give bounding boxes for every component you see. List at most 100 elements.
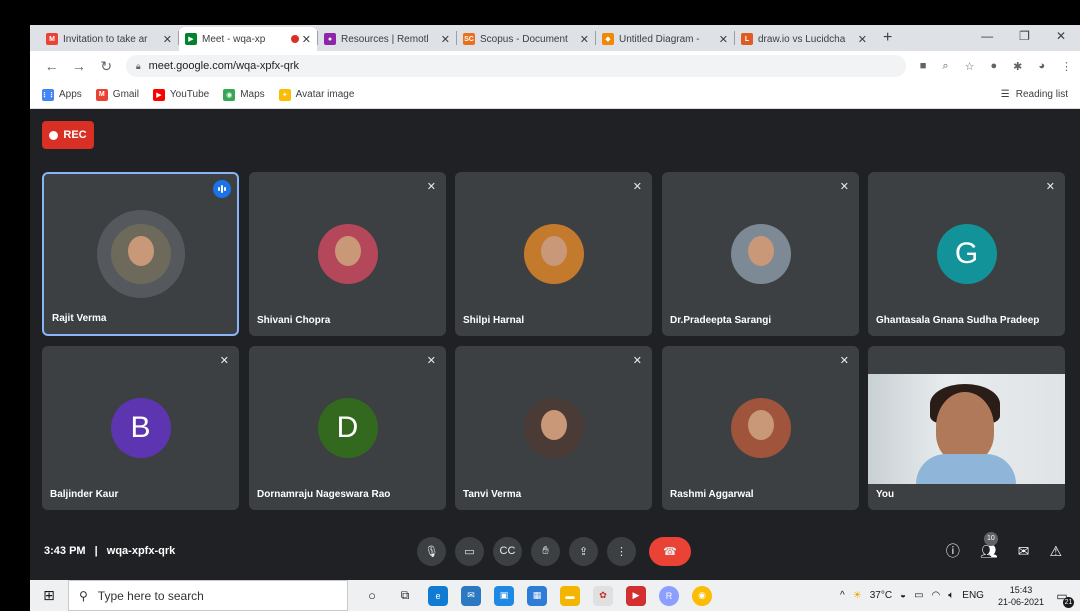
avatar-photo <box>523 224 584 284</box>
tab-title: Invitation to take ar <box>63 33 148 45</box>
taskbar-search[interactable]: ⚲ Type here to search <box>68 580 348 611</box>
tab-title: Resources | Remotl <box>341 33 429 45</box>
browser-tab[interactable]: Ldraw.io vs Lucidcha ✕ <box>735 27 873 51</box>
participant-tile[interactable]: Rajit Verma <box>42 172 239 336</box>
bookmark-item[interactable]: M Gmail <box>95 88 139 101</box>
bookmark-star-icon[interactable]: ☆ <box>965 60 975 73</box>
address-bar[interactable]: 🔒︎ meet.google.com/wqa-xpfx-qrk <box>125 55 906 77</box>
reading-list-icon: ☰ <box>1000 89 1010 100</box>
meeting-info-icon[interactable]: ⓘ <box>946 541 960 561</box>
lucid-icon: L <box>741 33 753 45</box>
language-indicator[interactable]: ENG <box>962 590 984 601</box>
people-icon[interactable]: 👥︎ 10 <box>980 531 998 560</box>
taskbar-clock[interactable]: 15:43 21-06-2021 <box>998 584 1044 608</box>
participant-tile[interactable]: ✕ Shivani Chopra <box>249 172 446 336</box>
edge-icon[interactable]: e <box>428 585 448 606</box>
reload-icon[interactable]: ↻ <box>93 58 120 75</box>
profile-avatar[interactable]: ◕ <box>1038 60 1045 73</box>
chrome-menu-icon[interactable]: ⋮ <box>1061 60 1072 73</box>
file-explorer-icon[interactable]: ▬ <box>560 585 580 606</box>
raise-hand-icon[interactable]: ✋︎ <box>531 536 560 566</box>
bookmark-label: YouTube <box>169 89 210 100</box>
r-app-icon[interactable]: R <box>659 585 679 606</box>
bookmark-item[interactable]: ✦ Avatar image <box>278 88 354 101</box>
paint-icon[interactable]: ✿ <box>593 585 613 606</box>
zoom-icon[interactable]: ⌕ <box>942 60 948 73</box>
browser-tab[interactable]: ◆ Untitled Diagram - ✕ <box>596 27 734 51</box>
side-panel-controls: ⓘ 👥︎ 10 ✉︎ ⚠︎ <box>946 531 1062 561</box>
avatar-face <box>334 236 361 266</box>
participant-tile[interactable]: ✕ Tanvi Verma <box>455 346 652 510</box>
wifi-icon[interactable]: ◠ <box>932 590 941 601</box>
participant-tile[interactable]: You <box>868 346 1065 510</box>
microphone-icon[interactable]: 🎙︎ <box>417 536 446 566</box>
present-screen-icon[interactable]: ⇪ <box>569 536 598 566</box>
tab-close-icon[interactable]: ✕ <box>441 33 450 46</box>
meeting-controls-bar: 3:43 PM | wqa-xpfx-qrk 🎙︎ ▭ CC ✋︎ ⇪ ⋮ ☎︎… <box>30 522 1080 580</box>
windows-start-icon[interactable]: ⊞ <box>30 587 68 604</box>
avatar-photo <box>523 398 584 458</box>
tab-close-icon[interactable]: ✕ <box>580 33 589 46</box>
bookmark-item[interactable]: ⋮⋮ Apps <box>41 88 82 101</box>
volume-icon[interactable]: 🔈︎ <box>948 590 954 601</box>
cortana-icon[interactable]: ○ <box>362 586 382 606</box>
chat-icon[interactable]: ✉︎ <box>1018 543 1030 560</box>
reading-list-button[interactable]: ☰ Reading list <box>1001 89 1068 100</box>
speaking-indicator-icon <box>213 180 231 198</box>
browser-toolbar: ← → ↻ 🔒︎ meet.google.com/wqa-xpfx-qrk ■ … <box>30 51 1080 81</box>
avatar-letter: B <box>110 398 171 458</box>
tab-close-icon[interactable]: ✕ <box>163 33 172 46</box>
activities-icon[interactable]: ⚠︎ <box>1049 543 1062 560</box>
temperature-text[interactable]: 37°C <box>870 590 892 601</box>
participant-tile[interactable]: D ✕ Dornamraju Nageswara Rao <box>249 346 446 510</box>
weather-icon[interactable]: ☀︎ <box>853 590 862 601</box>
bookmark-item[interactable]: ◉ Maps <box>223 88 265 101</box>
show-hidden-icons-icon[interactable]: ^ <box>840 590 845 601</box>
end-call-icon[interactable]: ☎︎ <box>649 536 691 566</box>
close-window-icon[interactable]: ✕ <box>1056 29 1066 43</box>
new-tab-button[interactable]: + <box>873 29 902 47</box>
self-video-person <box>936 392 994 462</box>
browser-tab[interactable]: ▶ Meet - wqa-xp ✕ <box>179 27 317 51</box>
mail-icon[interactable]: ✉ <box>461 585 481 606</box>
tab-close-icon[interactable]: ✕ <box>719 33 728 46</box>
store-icon[interactable]: ▣ <box>494 585 514 606</box>
battery-icon[interactable]: ▭ <box>914 590 923 601</box>
media-icon[interactable]: ▶ <box>626 585 646 606</box>
puzzle-extensions-icon[interactable]: ✱ <box>1013 60 1022 73</box>
tab-title: Untitled Diagram - <box>619 33 700 45</box>
browser-tab[interactable]: M Invitation to take ar ✕ <box>40 27 178 51</box>
extension-icon[interactable]: ● <box>990 60 997 73</box>
tab-title: draw.io vs Lucidcha <box>758 33 846 45</box>
avatar-face <box>127 236 154 266</box>
photos-icon[interactable]: ▦ <box>527 585 547 606</box>
camera-indicator-icon[interactable]: ■ <box>920 60 927 73</box>
back-icon[interactable]: ← <box>38 58 65 74</box>
browser-tab[interactable]: SC Scopus - Document ✕ <box>457 27 595 51</box>
task-view-icon[interactable]: ⧉ <box>395 586 415 606</box>
search-icon: ⚲ <box>79 588 88 603</box>
participant-tile[interactable]: G ✕ Ghantasala Gnana Sudha Pradeep <box>868 172 1065 336</box>
participant-tile[interactable]: ✕ Rashmi Aggarwal <box>662 346 859 510</box>
captions-icon[interactable]: CC <box>493 536 522 566</box>
network-icon[interactable]: ◒ <box>900 590 906 601</box>
camera-icon[interactable]: ▭ <box>455 536 484 566</box>
bookmark-item[interactable]: ▶ YouTube <box>152 88 210 101</box>
meeting-code: wqa-xpfx-qrk <box>106 545 176 557</box>
minimize-icon[interactable]: — <box>981 29 993 43</box>
tab-close-icon[interactable]: ✕ <box>302 33 311 46</box>
forward-icon[interactable]: → <box>65 58 92 74</box>
speaking-bar <box>221 185 223 193</box>
participant-tile[interactable]: ✕ Shilpi Harnal <box>455 172 652 336</box>
browser-tab[interactable]: ● Resources | Remotl ✕ <box>318 27 456 51</box>
self-video-feed <box>868 374 1065 484</box>
notification-center-icon[interactable]: ▭ 21 <box>1052 586 1074 608</box>
participant-tile[interactable]: ✕ Dr.Pradeepta Sarangi <box>662 172 859 336</box>
mic-off-icon: ✕ <box>839 181 849 193</box>
more-options-icon[interactable]: ⋮ <box>607 536 636 566</box>
mic-off-icon: ✕ <box>426 181 436 193</box>
restore-icon[interactable]: ❐ <box>1019 29 1030 43</box>
participant-tile[interactable]: B ✕ Baljinder Kaur <box>42 346 239 510</box>
tab-close-icon[interactable]: ✕ <box>858 33 867 46</box>
chrome-icon[interactable]: ◉ <box>692 585 712 606</box>
